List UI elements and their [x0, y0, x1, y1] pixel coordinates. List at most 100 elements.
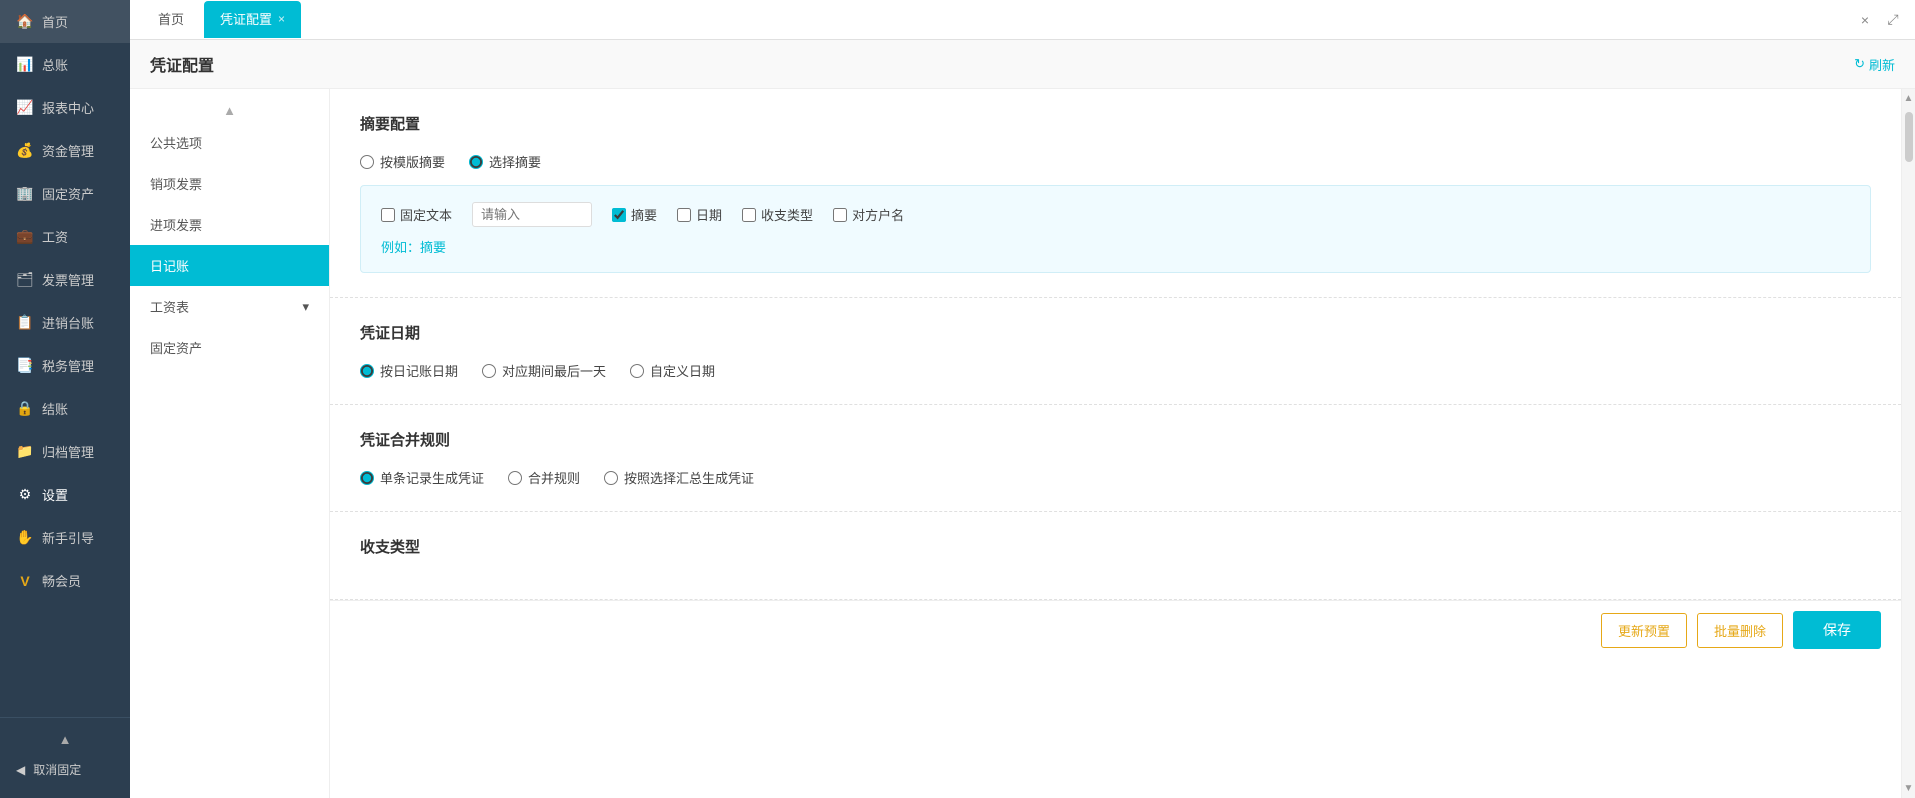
left-nav-item-fixed-asset[interactable]: 固定资产	[130, 327, 329, 368]
left-nav-item-payroll[interactable]: 工资表 ▾	[130, 286, 329, 327]
scroll-thumb[interactable]	[1905, 112, 1913, 162]
checkbox-counterpart[interactable]: 对方户名	[833, 205, 904, 224]
scroll-up-arrow[interactable]: ▲	[1900, 89, 1915, 108]
sidebar-item-member[interactable]: V 畅会员	[0, 559, 130, 602]
main-area: 首页 凭证配置 × × ⤢ 凭证配置 ↻ 刷新 ▲	[130, 0, 1915, 798]
settings-icon: ⚙	[16, 486, 34, 504]
guide-icon: ✋	[16, 529, 34, 547]
left-nav: ▲ 公共选项 销项发票 进项发票 日记账 工资表 ▾ 固定资产	[130, 89, 330, 798]
bottom-action-bar: 更新预置 批量删除 保存	[330, 600, 1901, 659]
window-maximize-button[interactable]: ⤢	[1883, 10, 1903, 30]
save-button[interactable]: 保存	[1793, 611, 1881, 649]
sidebar-item-archive[interactable]: 📁 归档管理	[0, 430, 130, 473]
summary-checkbox-row: 固定文本 摘要 日期	[381, 202, 1850, 227]
checkbox-date-input[interactable]	[677, 208, 691, 222]
tab-close-icon[interactable]: ×	[278, 12, 285, 26]
radio-single-record[interactable]: 单条记录生成凭证	[360, 468, 484, 487]
checkbox-date[interactable]: 日期	[677, 205, 722, 224]
sidebar-scroll-up[interactable]: ▲	[0, 728, 130, 751]
checkbox-income-type[interactable]: 收支类型	[742, 205, 813, 224]
sidebar-item-invoice[interactable]: 🗂 发票管理	[0, 258, 130, 301]
sidebar-item-guide[interactable]: ✋ 新手引导	[0, 516, 130, 559]
merge-rules-title: 凭证合并规则	[360, 429, 1871, 450]
radio-diary-date[interactable]: 按日记账日期	[360, 361, 458, 380]
left-nav-item-sales[interactable]: 销项发票	[130, 163, 329, 204]
sidebar-item-home[interactable]: 🏠 首页	[0, 0, 130, 43]
refresh-button[interactable]: ↻ 刷新	[1854, 55, 1895, 74]
radio-diary-date-input[interactable]	[360, 364, 374, 378]
radio-merge-rule[interactable]: 合并规则	[508, 468, 580, 487]
chevron-down-icon: ▾	[302, 299, 309, 315]
window-controls: × ⤢	[1855, 10, 1903, 30]
batch-delete-button[interactable]: 批量删除	[1697, 613, 1783, 648]
fund-icon: 💰	[16, 142, 34, 160]
summary-radio-group: 按模版摘要 选择摘要	[360, 152, 1871, 171]
radio-custom-date[interactable]: 自定义日期	[630, 361, 715, 380]
page-title: 凭证配置	[150, 52, 214, 76]
radio-period-last-day-input[interactable]	[482, 364, 496, 378]
checkbox-fixed-text[interactable]: 固定文本	[381, 205, 452, 224]
fixed-text-input[interactable]	[472, 202, 592, 227]
checkbox-summary-input[interactable]	[612, 208, 626, 222]
radio-single-record-input[interactable]	[360, 471, 374, 485]
voucher-date-radio-group: 按日记账日期 对应期间最后一天 自定义日期	[360, 361, 1871, 380]
summary-config-title: 摘要配置	[360, 113, 1871, 134]
sidebar-item-report[interactable]: 📈 报表中心	[0, 86, 130, 129]
summary-options-box: 固定文本 摘要 日期	[360, 185, 1871, 273]
radio-aggregate[interactable]: 按照选择汇总生成凭证	[604, 468, 754, 487]
invoice-icon: 🗂	[16, 271, 34, 289]
checkbox-income-type-input[interactable]	[742, 208, 756, 222]
left-nav-item-purchase[interactable]: 进项发票	[130, 204, 329, 245]
radio-aggregate-input[interactable]	[604, 471, 618, 485]
pin-icon: ◀	[16, 763, 25, 777]
radio-select-summary[interactable]: 选择摘要	[469, 152, 541, 171]
left-nav-item-diary[interactable]: 日记账	[130, 245, 329, 286]
radio-period-last-day[interactable]: 对应期间最后一天	[482, 361, 606, 380]
left-nav-scroll-up[interactable]: ▲	[130, 99, 329, 122]
sidebar-item-trade[interactable]: 📋 进销台账	[0, 301, 130, 344]
sidebar-item-tax[interactable]: 📑 税务管理	[0, 344, 130, 387]
tab-voucher-config[interactable]: 凭证配置 ×	[204, 1, 301, 38]
income-type-title: 收支类型	[360, 536, 1871, 557]
tab-home[interactable]: 首页	[142, 1, 200, 38]
archive-icon: 📁	[16, 443, 34, 461]
merge-rules-radio-group: 单条记录生成凭证 合并规则 按照选择汇总生成凭证	[360, 468, 1871, 487]
sidebar-item-settings[interactable]: ⚙ 设置	[0, 473, 130, 516]
voucher-date-section: 凭证日期 按日记账日期 对应期间最后一天 自定义日期	[330, 298, 1901, 405]
content-area: ▲ 公共选项 销项发票 进项发票 日记账 工资表 ▾ 固定资产	[130, 89, 1915, 798]
page-header: 凭证配置 ↻ 刷新	[130, 40, 1915, 89]
home-icon: 🏠	[16, 13, 34, 31]
merge-rules-section: 凭证合并规则 单条记录生成凭证 合并规则 按照选择汇总生成凭证	[330, 405, 1901, 512]
income-type-section: 收支类型	[330, 512, 1901, 600]
sidebar-item-fund[interactable]: 💰 资金管理	[0, 129, 130, 172]
sidebar-item-asset[interactable]: 🏢 固定资产	[0, 172, 130, 215]
radio-custom-date-input[interactable]	[630, 364, 644, 378]
sidebar-collapse-button[interactable]: ◀ 取消固定	[0, 751, 130, 788]
salary-icon: 💼	[16, 228, 34, 246]
radio-select-summary-input[interactable]	[469, 155, 483, 169]
tax-icon: 📑	[16, 357, 34, 375]
sidebar: 🏠 首页 📊 总账 📈 报表中心 💰 资金管理 🏢 固定资产 💼 工资	[0, 0, 130, 798]
radio-template-summary-input[interactable]	[360, 155, 374, 169]
checkbox-summary[interactable]: 摘要	[612, 205, 657, 224]
sidebar-item-close[interactable]: 🔒 结账	[0, 387, 130, 430]
ledger-icon: 📊	[16, 56, 34, 74]
radio-merge-rule-input[interactable]	[508, 471, 522, 485]
close-ledger-icon: 🔒	[16, 400, 34, 418]
update-preset-button[interactable]: 更新预置	[1601, 613, 1687, 648]
tab-bar: 首页 凭证配置 × × ⤢	[130, 0, 1915, 40]
trade-icon: 📋	[16, 314, 34, 332]
summary-example: 例如：摘要	[381, 237, 1850, 256]
radio-template-summary[interactable]: 按模版摘要	[360, 152, 445, 171]
asset-icon: 🏢	[16, 185, 34, 203]
checkbox-counterpart-input[interactable]	[833, 208, 847, 222]
sidebar-item-salary[interactable]: 💼 工资	[0, 215, 130, 258]
left-nav-item-public[interactable]: 公共选项	[130, 122, 329, 163]
window-close-button[interactable]: ×	[1855, 10, 1875, 30]
scrollbar: ▲ ▼	[1901, 89, 1915, 798]
checkbox-fixed-text-input[interactable]	[381, 208, 395, 222]
scroll-down-arrow[interactable]: ▼	[1900, 779, 1915, 798]
right-content: 摘要配置 按模版摘要 选择摘要	[330, 89, 1901, 798]
sidebar-item-ledger[interactable]: 📊 总账	[0, 43, 130, 86]
member-icon: V	[16, 572, 34, 590]
